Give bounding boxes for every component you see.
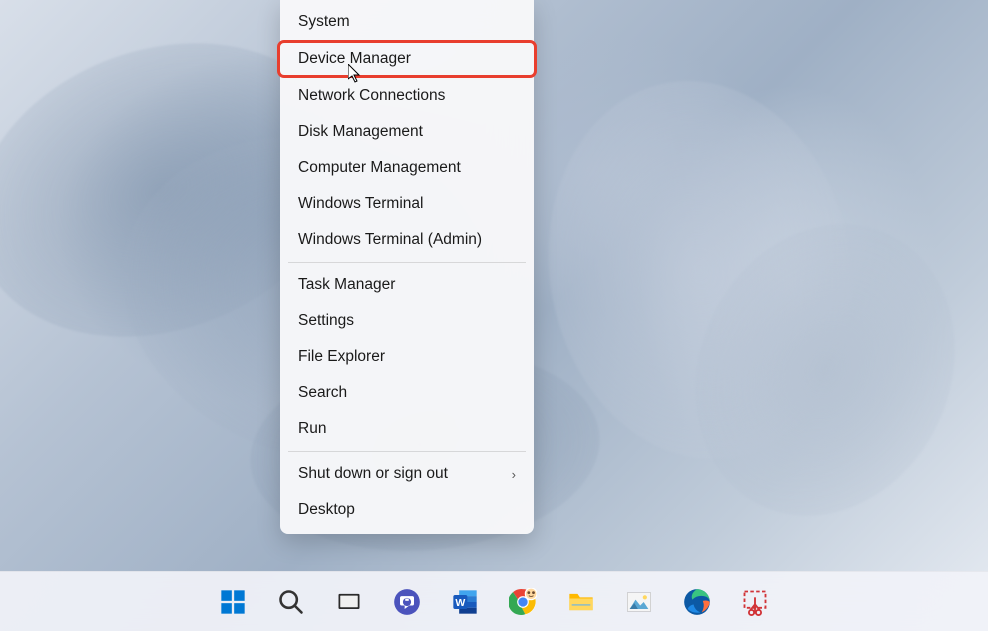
svg-text:W: W (455, 597, 465, 609)
menu-item-label: Windows Terminal (Admin) (298, 231, 482, 249)
menu-item-windows-terminal[interactable]: Windows Terminal (280, 186, 534, 222)
menu-item-search[interactable]: Search (280, 375, 534, 411)
start-context-menu: System Device Manager Network Connections D… (280, 0, 534, 534)
chevron-right-icon: › (512, 467, 516, 482)
menu-item-desktop[interactable]: Desktop (280, 492, 534, 528)
menu-item-label: Computer Management (298, 159, 461, 177)
chat-button[interactable] (387, 582, 427, 622)
menu-item-label: Network Connections (298, 87, 445, 105)
menu-item-windows-terminal-admin[interactable]: Windows Terminal (Admin) (280, 222, 534, 258)
search-button[interactable] (271, 582, 311, 622)
menu-item-file-explorer[interactable]: File Explorer (280, 339, 534, 375)
menu-item-label: Disk Management (298, 123, 423, 141)
menu-item-computer-management[interactable]: Computer Management (280, 150, 534, 186)
task-view-button[interactable] (329, 582, 369, 622)
menu-item-label: Device Manager (298, 50, 411, 68)
menu-separator (288, 451, 526, 452)
menu-item-run[interactable]: Run (280, 411, 534, 447)
photos-button[interactable] (619, 582, 659, 622)
menu-item-network-connections[interactable]: Network Connections (280, 78, 534, 114)
menu-item-label: Search (298, 384, 347, 402)
menu-item-device-manager[interactable]: Device Manager (277, 40, 537, 78)
menu-item-label: File Explorer (298, 348, 385, 366)
menu-item-label: Windows Terminal (298, 195, 423, 213)
menu-item-settings[interactable]: Settings (280, 303, 534, 339)
menu-separator (288, 262, 526, 263)
menu-item-label: Task Manager (298, 276, 395, 294)
start-button[interactable] (213, 582, 253, 622)
file-explorer-button[interactable] (561, 582, 601, 622)
menu-item-shut-down-or-sign-out[interactable]: Shut down or sign out › (280, 456, 534, 492)
taskbar: W (0, 571, 988, 631)
edge-button[interactable] (677, 582, 717, 622)
menu-item-label: Run (298, 420, 326, 438)
menu-item-label: System (298, 13, 350, 31)
menu-item-task-manager[interactable]: Task Manager (280, 267, 534, 303)
menu-item-label: Settings (298, 312, 354, 330)
menu-item-label: Shut down or sign out (298, 465, 448, 483)
word-button[interactable]: W (445, 582, 485, 622)
snipping-tool-button[interactable] (735, 582, 775, 622)
menu-item-disk-management[interactable]: Disk Management (280, 114, 534, 150)
chrome-button[interactable] (503, 582, 543, 622)
menu-item-system[interactable]: System (280, 4, 534, 40)
menu-item-label: Desktop (298, 501, 355, 519)
